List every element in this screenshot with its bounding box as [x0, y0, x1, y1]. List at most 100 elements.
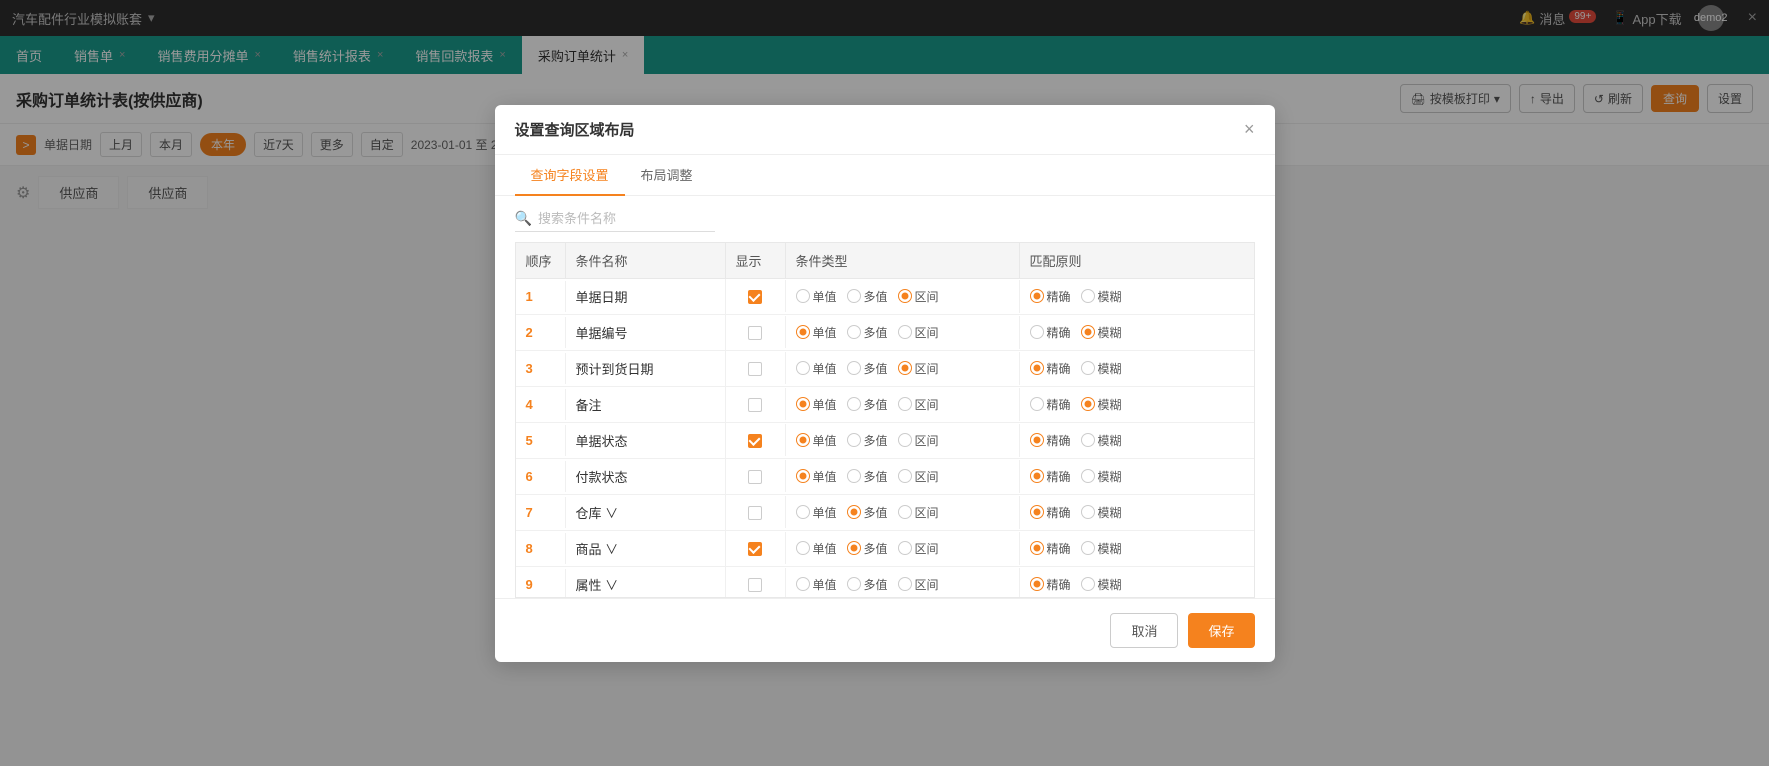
dialog-close-btn[interactable]: ×	[1244, 119, 1255, 140]
radio-single-3[interactable]: 单值	[796, 396, 837, 413]
cell-type-3: 单值 多值 区间	[786, 388, 1020, 421]
radio-fuzzy-4[interactable]: 模糊	[1081, 432, 1122, 449]
radio-range-7[interactable]: 区间	[898, 540, 939, 557]
dialog-tab-layout[interactable]: 布局调整	[625, 155, 709, 196]
table-body: 1单据日期 单值 多值 区间 精确 模糊 2单据编号	[515, 278, 1255, 598]
radio-multi-6[interactable]: 多值	[847, 504, 888, 521]
radio-multi-8[interactable]: 多值	[847, 576, 888, 593]
col-name: 条件名称	[566, 243, 726, 278]
table-header: 顺序 条件名称 显示 条件类型 匹配原则	[515, 242, 1255, 278]
cell-order-8: 9	[516, 569, 566, 598]
radio-single-7[interactable]: 单值	[796, 540, 837, 557]
radio-exact-5[interactable]: 精确	[1030, 468, 1071, 485]
cancel-btn[interactable]: 取消	[1110, 613, 1178, 648]
cell-display-4[interactable]	[726, 424, 786, 456]
table-row: 2单据编号 单值 多值 区间 精确 模糊	[516, 315, 1254, 351]
radio-exact-3[interactable]: 精确	[1030, 396, 1071, 413]
radio-exact-6[interactable]: 精确	[1030, 504, 1071, 521]
radio-multi-0[interactable]: 多值	[847, 288, 888, 305]
radio-single-8[interactable]: 单值	[796, 576, 837, 593]
search-input[interactable]	[532, 211, 702, 226]
table-row: 3预计到货日期 单值 多值 区间 精确 模糊	[516, 351, 1254, 387]
cell-display-5[interactable]	[726, 460, 786, 492]
radio-multi-4[interactable]: 多值	[847, 432, 888, 449]
cell-display-3[interactable]	[726, 388, 786, 420]
cell-display-0[interactable]	[726, 280, 786, 312]
radio-fuzzy-6[interactable]: 模糊	[1081, 504, 1122, 521]
checkbox-display-7[interactable]	[748, 542, 762, 556]
radio-exact-4[interactable]: 精确	[1030, 432, 1071, 449]
radio-range-2[interactable]: 区间	[898, 360, 939, 377]
radio-multi-5[interactable]: 多值	[847, 468, 888, 485]
checkbox-display-5[interactable]	[748, 470, 762, 484]
cell-display-6[interactable]	[726, 496, 786, 528]
cell-match-4: 精确 模糊	[1020, 424, 1254, 457]
radio-single-2[interactable]: 单值	[796, 360, 837, 377]
cell-order-3: 4	[516, 389, 566, 420]
dialog-tab-query[interactable]: 查询字段设置	[515, 155, 625, 196]
radio-multi-7[interactable]: 多值	[847, 540, 888, 557]
radio-exact-1[interactable]: 精确	[1030, 324, 1071, 341]
checkbox-display-0[interactable]	[748, 290, 762, 304]
radio-range-1[interactable]: 区间	[898, 324, 939, 341]
dialog-footer: 取消 保存	[495, 598, 1275, 662]
cell-name-4: 单据状态	[566, 423, 726, 458]
cell-display-7[interactable]	[726, 532, 786, 564]
radio-range-6[interactable]: 区间	[898, 504, 939, 521]
cell-order-6: 7	[516, 497, 566, 528]
checkbox-display-4[interactable]	[748, 434, 762, 448]
table-row: 4备注 单值 多值 区间 精确 模糊	[516, 387, 1254, 423]
cell-name-7: 商品 ∨	[566, 531, 726, 566]
cell-order-0: 1	[516, 281, 566, 312]
radio-fuzzy-3[interactable]: 模糊	[1081, 396, 1122, 413]
col-order: 顺序	[516, 243, 566, 278]
radio-exact-8[interactable]: 精确	[1030, 576, 1071, 593]
col-type: 条件类型	[786, 243, 1020, 278]
radio-single-1[interactable]: 单值	[796, 324, 837, 341]
cell-name-3: 备注	[566, 387, 726, 422]
radio-fuzzy-7[interactable]: 模糊	[1081, 540, 1122, 557]
search-wrapper: 🔍	[515, 206, 715, 232]
table-row: 8商品 ∨ 单值 多值 区间 精确 模糊	[516, 531, 1254, 567]
cell-name-5: 付款状态	[566, 459, 726, 494]
radio-fuzzy-2[interactable]: 模糊	[1081, 360, 1122, 377]
dialog-table: 顺序 条件名称 显示 条件类型 匹配原则 1单据日期 单值 多值 区间	[495, 242, 1275, 598]
radio-multi-2[interactable]: 多值	[847, 360, 888, 377]
radio-exact-2[interactable]: 精确	[1030, 360, 1071, 377]
radio-single-0[interactable]: 单值	[796, 288, 837, 305]
radio-fuzzy-1[interactable]: 模糊	[1081, 324, 1122, 341]
checkbox-display-8[interactable]	[748, 578, 762, 592]
cell-type-8: 单值 多值 区间	[786, 568, 1020, 598]
table-row: 5单据状态 单值 多值 区间 精确 模糊	[516, 423, 1254, 459]
radio-exact-7[interactable]: 精确	[1030, 540, 1071, 557]
dialog-tabs: 查询字段设置 布局调整	[495, 155, 1275, 196]
radio-range-0[interactable]: 区间	[898, 288, 939, 305]
radio-fuzzy-5[interactable]: 模糊	[1081, 468, 1122, 485]
dialog-title: 设置查询区域布局	[515, 119, 635, 140]
radio-exact-0[interactable]: 精确	[1030, 288, 1071, 305]
radio-multi-3[interactable]: 多值	[847, 396, 888, 413]
radio-range-5[interactable]: 区间	[898, 468, 939, 485]
radio-fuzzy-0[interactable]: 模糊	[1081, 288, 1122, 305]
save-btn[interactable]: 保存	[1188, 613, 1254, 648]
radio-single-5[interactable]: 单值	[796, 468, 837, 485]
radio-range-3[interactable]: 区间	[898, 396, 939, 413]
cell-match-5: 精确 模糊	[1020, 460, 1254, 493]
checkbox-display-6[interactable]	[748, 506, 762, 520]
checkbox-display-3[interactable]	[748, 398, 762, 412]
radio-single-4[interactable]: 单值	[796, 432, 837, 449]
modal-overlay: 设置查询区域布局 × 查询字段设置 布局调整 🔍 顺序 条件名称	[0, 0, 1769, 766]
cell-match-8: 精确 模糊	[1020, 568, 1254, 598]
radio-range-4[interactable]: 区间	[898, 432, 939, 449]
cell-display-2[interactable]	[726, 352, 786, 384]
cell-display-1[interactable]	[726, 316, 786, 348]
cell-match-2: 精确 模糊	[1020, 352, 1254, 385]
cell-match-6: 精确 模糊	[1020, 496, 1254, 529]
radio-multi-1[interactable]: 多值	[847, 324, 888, 341]
cell-display-8[interactable]	[726, 568, 786, 597]
radio-single-6[interactable]: 单值	[796, 504, 837, 521]
radio-fuzzy-8[interactable]: 模糊	[1081, 576, 1122, 593]
checkbox-display-1[interactable]	[748, 326, 762, 340]
radio-range-8[interactable]: 区间	[898, 576, 939, 593]
checkbox-display-2[interactable]	[748, 362, 762, 376]
